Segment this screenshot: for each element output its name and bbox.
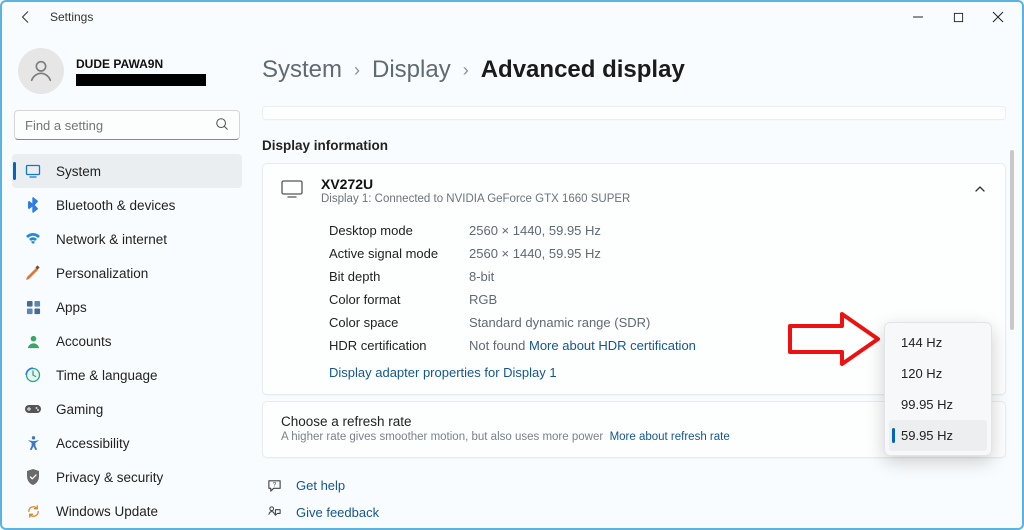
sidebar-item-label: Accounts: [56, 334, 112, 349]
network-icon: [24, 232, 42, 246]
window-title: Settings: [50, 10, 93, 24]
sidebar-item-accessibility[interactable]: Accessibility: [12, 426, 242, 460]
sidebar-item-label: Personalization: [56, 266, 148, 281]
privacy-icon: [24, 469, 42, 485]
section-label: Display information: [262, 138, 1006, 153]
rate-option-9995[interactable]: 99.95 Hz: [889, 389, 987, 420]
titlebar: Settings: [2, 2, 1022, 32]
row-color-format: Color formatRGB: [329, 288, 987, 311]
sidebar-item-network[interactable]: Network & internet: [12, 222, 242, 256]
help-section: ? Get help Give feedback: [262, 472, 1006, 526]
display-model: XV272U: [321, 176, 630, 192]
time-icon: [24, 367, 42, 383]
sidebar-item-gaming[interactable]: Gaming: [12, 392, 242, 426]
sidebar-item-label: System: [56, 164, 101, 179]
main-content: System › Display › Advanced display Disp…: [254, 32, 1022, 528]
search-icon: [215, 117, 229, 134]
refresh-rate-title: Choose a refresh rate: [281, 414, 987, 429]
sidebar-item-label: Apps: [56, 300, 87, 315]
sidebar-item-label: Privacy & security: [56, 470, 163, 485]
sidebar-item-label: Bluetooth & devices: [56, 198, 175, 213]
display-subtitle: Display 1: Connected to NVIDIA GeForce G…: [321, 193, 630, 205]
row-active-signal: Active signal mode2560 × 1440, 59.95 Hz: [329, 242, 987, 265]
personalization-icon: [24, 265, 42, 281]
apps-icon: [24, 300, 42, 315]
feedback-icon: [266, 505, 282, 520]
close-button[interactable]: [978, 3, 1018, 31]
sidebar: DUDE PAWA9N System Bluetooth & devices N…: [2, 32, 254, 528]
maximize-button[interactable]: [938, 3, 978, 31]
hdr-cert-link[interactable]: More about HDR certification: [529, 338, 696, 353]
sidebar-item-label: Gaming: [56, 402, 103, 417]
refresh-rate-link[interactable]: More about refresh rate: [610, 431, 730, 443]
annotation-arrow: [786, 310, 882, 371]
minimize-button[interactable]: [898, 3, 938, 31]
account-email-redacted: [76, 74, 206, 86]
gaming-icon: [24, 403, 42, 415]
sidebar-item-accounts[interactable]: Accounts: [12, 324, 242, 358]
sidebar-item-apps[interactable]: Apps: [12, 290, 242, 324]
display-card-header[interactable]: XV272U Display 1: Connected to NVIDIA Ge…: [281, 176, 987, 205]
nav: System Bluetooth & devices Network & int…: [12, 154, 242, 528]
back-button[interactable]: [10, 2, 42, 32]
account-row[interactable]: DUDE PAWA9N: [12, 44, 242, 108]
sidebar-item-label: Accessibility: [56, 436, 130, 451]
refresh-rate-menu: 144 Hz 120 Hz 99.95 Hz 59.95 Hz: [884, 322, 992, 456]
row-desktop-mode: Desktop mode2560 × 1440, 59.95 Hz: [329, 219, 987, 242]
help-icon: ?: [266, 478, 282, 493]
breadcrumb-display[interactable]: Display: [372, 56, 451, 84]
monitor-icon: [281, 180, 303, 201]
scrollbar[interactable]: [1007, 150, 1016, 528]
chevron-right-icon: ›: [354, 60, 360, 81]
window-controls: [898, 3, 1018, 31]
rate-option-120[interactable]: 120 Hz: [889, 358, 987, 389]
get-help-link[interactable]: ? Get help: [266, 472, 1006, 499]
chevron-up-icon: [973, 182, 987, 199]
sidebar-item-privacy[interactable]: Privacy & security: [12, 460, 242, 494]
svg-text:?: ?: [272, 481, 276, 488]
sidebar-item-update[interactable]: Windows Update: [12, 494, 242, 528]
collapsed-card[interactable]: [262, 106, 1006, 120]
give-feedback-link[interactable]: Give feedback: [266, 499, 1006, 526]
search-field[interactable]: [14, 110, 240, 140]
update-icon: [24, 504, 42, 519]
sidebar-item-personalization[interactable]: Personalization: [12, 256, 242, 290]
sidebar-item-bluetooth[interactable]: Bluetooth & devices: [12, 188, 242, 222]
rate-option-5995[interactable]: 59.95 Hz: [889, 420, 987, 451]
accounts-icon: [24, 334, 42, 349]
rate-option-144[interactable]: 144 Hz: [889, 327, 987, 358]
sidebar-item-time[interactable]: Time & language: [12, 358, 242, 392]
page-title: Advanced display: [481, 56, 685, 84]
account-name: DUDE PAWA9N: [76, 57, 206, 71]
search-input[interactable]: [25, 118, 215, 133]
sidebar-item-label: Network & internet: [56, 232, 167, 247]
bluetooth-icon: [24, 197, 42, 213]
sidebar-item-label: Windows Update: [56, 504, 158, 519]
row-bit-depth: Bit depth8-bit: [329, 265, 987, 288]
chevron-right-icon: ›: [463, 60, 469, 81]
sidebar-item-system[interactable]: System: [12, 154, 242, 188]
accessibility-icon: [24, 435, 42, 451]
sidebar-item-label: Time & language: [56, 368, 158, 383]
system-icon: [24, 163, 42, 179]
breadcrumb: System › Display › Advanced display: [262, 32, 1006, 106]
avatar: [18, 48, 64, 94]
breadcrumb-system[interactable]: System: [262, 56, 342, 84]
